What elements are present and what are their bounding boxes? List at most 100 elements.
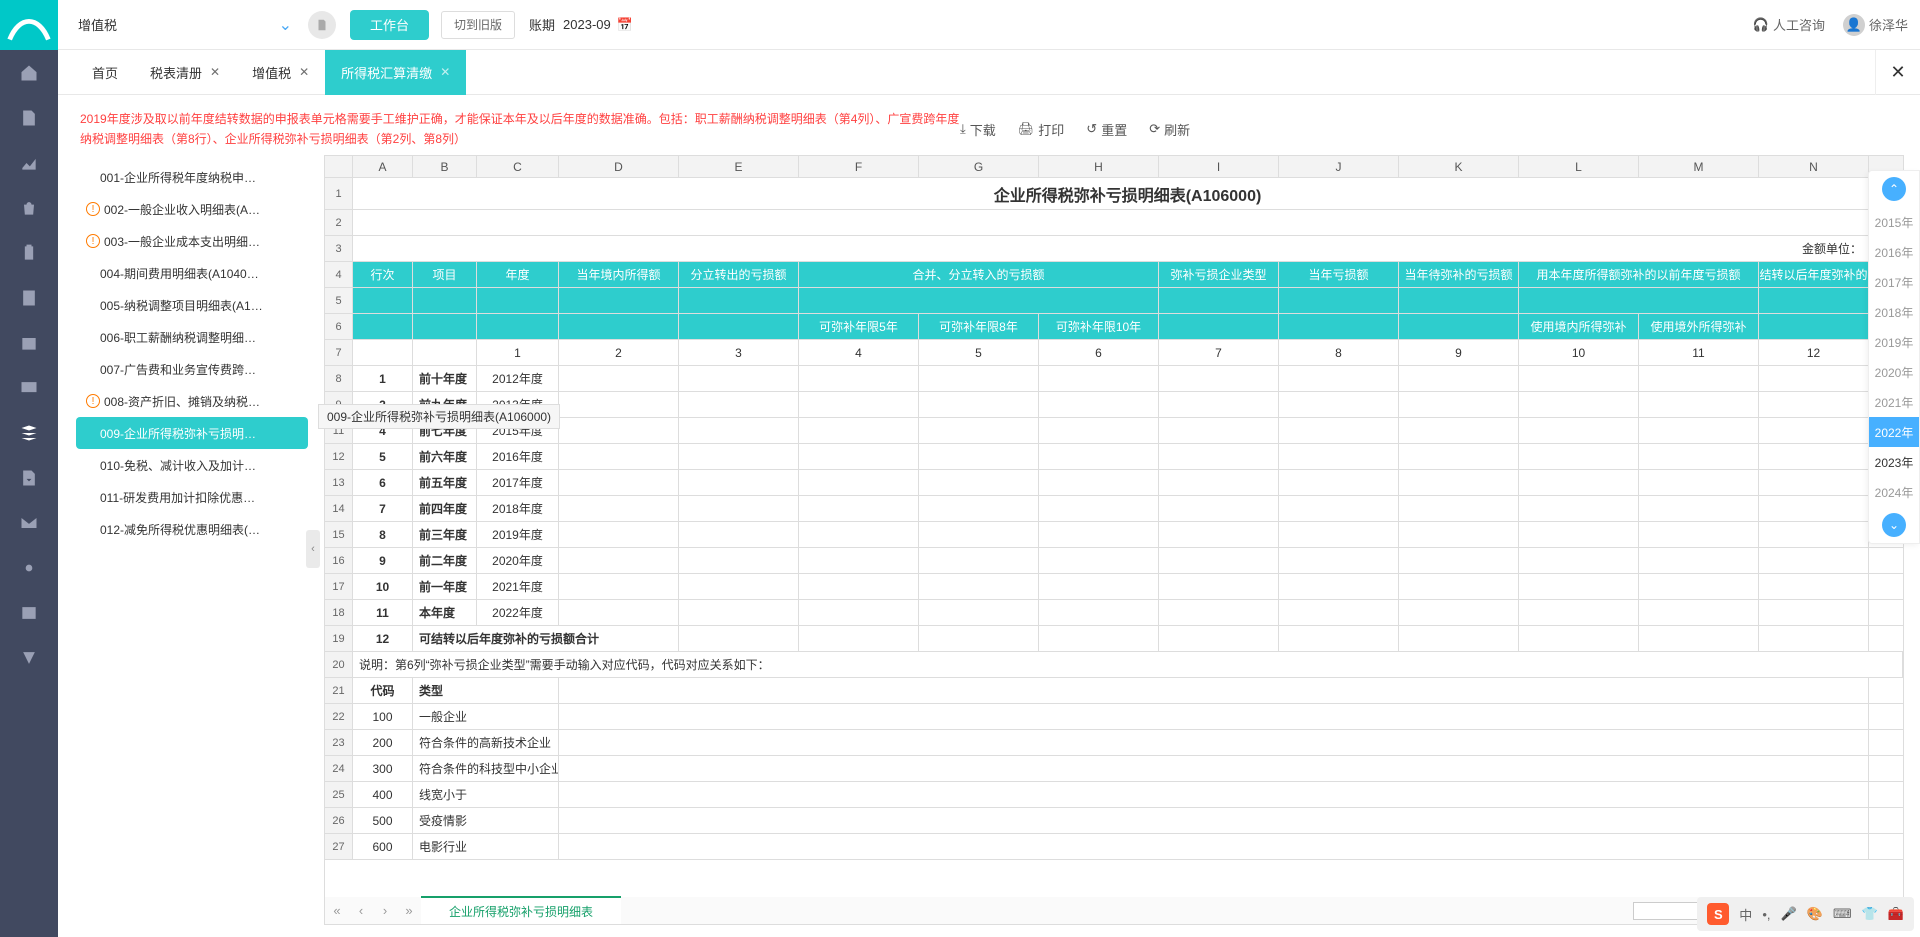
cell[interactable] bbox=[1399, 470, 1519, 495]
cell[interactable]: 用本年度所得额弥补的以前年度亏损额 bbox=[1519, 262, 1759, 287]
cell[interactable] bbox=[559, 392, 679, 417]
cell[interactable] bbox=[799, 522, 919, 547]
cell[interactable] bbox=[559, 288, 679, 313]
cell[interactable]: 前一年度 bbox=[413, 574, 477, 599]
row-header[interactable]: 27 bbox=[325, 834, 353, 859]
row-header[interactable]: 24 bbox=[325, 756, 353, 781]
sheet-tab[interactable]: 企业所得税弥补亏损明细表 bbox=[421, 896, 621, 924]
tree-item[interactable]: 009-企业所得税弥补亏损明… bbox=[76, 417, 308, 449]
col-header[interactable]: A bbox=[353, 156, 413, 177]
cell[interactable] bbox=[1279, 444, 1399, 469]
cell[interactable] bbox=[1039, 600, 1159, 625]
cell[interactable]: 6 bbox=[1039, 340, 1159, 365]
row-header[interactable]: 14 bbox=[325, 496, 353, 521]
row-header[interactable]: 20 bbox=[325, 652, 353, 677]
cell[interactable] bbox=[1759, 314, 1869, 339]
cell[interactable]: 300 bbox=[353, 756, 413, 781]
ime-keyboard-icon[interactable]: ⌨ bbox=[1833, 906, 1852, 922]
tree-item[interactable]: 004-期间费用明细表(A1040… bbox=[76, 257, 308, 289]
cell[interactable] bbox=[1039, 444, 1159, 469]
cell[interactable] bbox=[1159, 574, 1279, 599]
cell[interactable] bbox=[679, 444, 799, 469]
company-select[interactable]: 增值税 ⌄ bbox=[70, 9, 300, 41]
tree-item[interactable]: 006-职工薪酬纳税调整明细… bbox=[76, 321, 308, 353]
cell[interactable] bbox=[1519, 548, 1639, 573]
row-header[interactable]: 22 bbox=[325, 704, 353, 729]
col-header[interactable]: G bbox=[919, 156, 1039, 177]
cell[interactable]: 500 bbox=[353, 808, 413, 833]
col-header[interactable]: I bbox=[1159, 156, 1279, 177]
col-header[interactable]: F bbox=[799, 156, 919, 177]
cell[interactable] bbox=[1159, 626, 1279, 651]
consult-link[interactable]: 🎧 人工咨询 bbox=[1753, 15, 1825, 34]
cell[interactable]: 前十年度 bbox=[413, 366, 477, 391]
cell[interactable]: 6 bbox=[353, 470, 413, 495]
cell[interactable] bbox=[1639, 470, 1759, 495]
cell[interactable] bbox=[1399, 548, 1519, 573]
cell[interactable] bbox=[1399, 522, 1519, 547]
cell[interactable]: 本年度 bbox=[413, 600, 477, 625]
cell[interactable] bbox=[799, 496, 919, 521]
cell[interactable] bbox=[919, 574, 1039, 599]
cell[interactable] bbox=[1039, 574, 1159, 599]
nav-stack-icon[interactable] bbox=[0, 410, 58, 455]
cell[interactable] bbox=[1759, 574, 1869, 599]
year-option[interactable]: 2023年 bbox=[1869, 447, 1919, 477]
nav-home-icon[interactable] bbox=[0, 50, 58, 95]
tree-item[interactable]: 012-减免所得税优惠明细表(… bbox=[76, 513, 308, 545]
cell[interactable] bbox=[799, 470, 919, 495]
cell[interactable] bbox=[1639, 392, 1759, 417]
year-option[interactable]: 2017年 bbox=[1869, 267, 1919, 297]
row-header[interactable]: 13 bbox=[325, 470, 353, 495]
cell[interactable] bbox=[1639, 574, 1759, 599]
cell[interactable]: 分立转出的亏损额 bbox=[679, 262, 799, 287]
cell[interactable] bbox=[353, 314, 413, 339]
col-header[interactable]: D bbox=[559, 156, 679, 177]
cell[interactable] bbox=[1159, 288, 1279, 313]
cell[interactable] bbox=[799, 392, 919, 417]
cell[interactable] bbox=[559, 366, 679, 391]
cell[interactable]: 前三年度 bbox=[413, 522, 477, 547]
cell[interactable] bbox=[559, 496, 679, 521]
row-header[interactable]: 7 bbox=[325, 340, 353, 365]
tree-item[interactable]: 010-免税、减计收入及加计… bbox=[76, 449, 308, 481]
cell[interactable] bbox=[1639, 418, 1759, 443]
period-value[interactable]: 2023-09 bbox=[563, 17, 611, 32]
cell[interactable] bbox=[799, 600, 919, 625]
cell[interactable]: 当年可结转以后年度弥补的亏损额 bbox=[1759, 262, 1869, 287]
cell[interactable] bbox=[799, 418, 919, 443]
cell[interactable] bbox=[679, 366, 799, 391]
cell[interactable] bbox=[1039, 626, 1159, 651]
cell[interactable] bbox=[919, 366, 1039, 391]
col-header[interactable]: N bbox=[1759, 156, 1869, 177]
row-header[interactable]: 16 bbox=[325, 548, 353, 573]
cell[interactable]: 前六年度 bbox=[413, 444, 477, 469]
cell[interactable] bbox=[1159, 366, 1279, 391]
cell[interactable] bbox=[679, 626, 799, 651]
ime-paint-icon[interactable]: 🎨 bbox=[1807, 906, 1823, 922]
cell[interactable] bbox=[679, 470, 799, 495]
cell[interactable] bbox=[559, 574, 679, 599]
row-header[interactable]: 15 bbox=[325, 522, 353, 547]
cell[interactable] bbox=[919, 600, 1039, 625]
nav-video-icon[interactable] bbox=[0, 590, 58, 635]
cell[interactable] bbox=[559, 522, 679, 547]
cell[interactable]: 受疫情影 bbox=[413, 808, 559, 833]
cell[interactable] bbox=[679, 548, 799, 573]
ime-lang[interactable]: 中 bbox=[1739, 905, 1752, 924]
cell[interactable] bbox=[1639, 444, 1759, 469]
nav-bag-icon[interactable] bbox=[0, 185, 58, 230]
cell[interactable]: 2022年度 bbox=[477, 600, 559, 625]
cell[interactable] bbox=[1399, 392, 1519, 417]
cell[interactable] bbox=[1279, 366, 1399, 391]
cell[interactable]: 可弥补年限10年 bbox=[1039, 314, 1159, 339]
col-header[interactable]: J bbox=[1279, 156, 1399, 177]
cell[interactable] bbox=[559, 418, 679, 443]
cell[interactable] bbox=[1159, 314, 1279, 339]
nav-screen-icon[interactable] bbox=[0, 365, 58, 410]
cell[interactable]: 前四年度 bbox=[413, 496, 477, 521]
cell[interactable] bbox=[1399, 314, 1519, 339]
cell[interactable]: 使用境内所得弥补 bbox=[1519, 314, 1639, 339]
cell[interactable]: 弥补亏损企业类型 bbox=[1159, 262, 1279, 287]
ime-punct-icon[interactable]: •, bbox=[1762, 907, 1770, 922]
